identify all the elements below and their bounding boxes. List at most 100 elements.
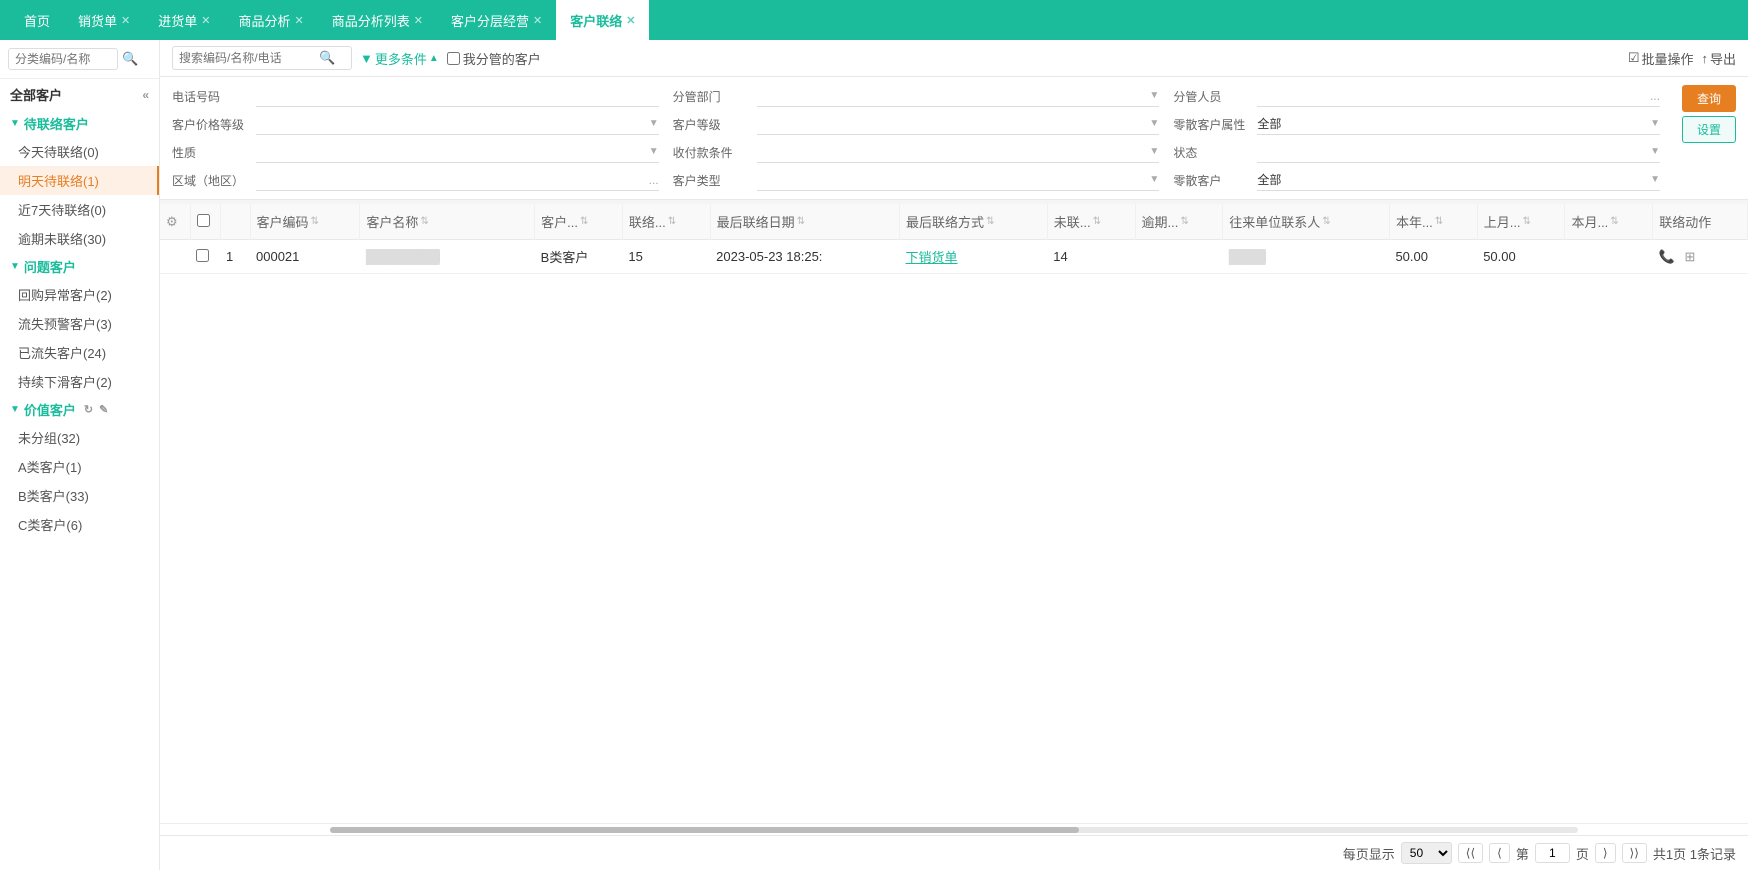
customer-type-arrow[interactable]: ▼ [1149,174,1159,185]
price-level-arrow[interactable]: ▼ [649,118,659,129]
col-checkbox [190,204,220,240]
col-this-year-sort[interactable]: ⇅ [1435,216,1443,227]
sidebar-item-abnormal[interactable]: 回购异常客户(2) [0,280,159,309]
sidebar-item-7days[interactable]: 近7天待联络(0) [0,195,159,224]
sidebar-item-churned[interactable]: 已流失客户(24) [0,338,159,367]
filter-retail-attr-input: 全部 ▼ [1257,113,1660,135]
sidebar-group-value-edit[interactable]: ✎ [99,403,108,416]
next-page-btn[interactable]: ⟩ [1595,843,1616,863]
filter-nature-input: ▼ [256,141,659,163]
nav-customer-contact[interactable]: 客户联络 ✕ [556,0,649,40]
nav-analysis-close[interactable]: ✕ [295,14,304,27]
row-name-cell: ████████ [360,240,535,274]
filter-customer-type-input: ▼ [757,169,1160,191]
sidebar-item-today[interactable]: 今天待联络(0) [0,137,159,166]
col-overdue-sort[interactable]: ⇅ [1180,216,1188,227]
nav-customer-contact-close[interactable]: ✕ [626,14,635,27]
sidebar-item-churn-warning[interactable]: 流失预警客户(3) [0,309,159,338]
prev-page-btn[interactable]: ⟨ [1489,843,1510,863]
col-this-month-sort[interactable]: ⇅ [1610,216,1618,227]
phone-input[interactable] [256,89,659,103]
batch-operation-label: 批量操作 [1641,49,1693,68]
col-name-sort[interactable]: ⇅ [420,216,428,227]
nav-analysis-list-close[interactable]: ✕ [414,14,423,27]
query-btn[interactable]: 查询 [1682,85,1736,112]
sidebar-search-input[interactable] [8,48,118,70]
sidebar-group-pending: ▼ 待联络客户 [0,110,159,137]
customer-level-arrow[interactable]: ▼ [1149,118,1159,129]
col-type-sort[interactable]: ⇅ [580,216,588,227]
batch-operation-btn[interactable]: ☑ 批量操作 [1628,49,1694,68]
col-last-month-sort[interactable]: ⇅ [1523,216,1531,227]
row-action-phone-icon[interactable]: 📞 [1659,249,1675,264]
select-all-checkbox[interactable] [197,214,210,227]
nav-analysis-list[interactable]: 商品分析列表 ✕ [318,0,437,40]
row-overdue-cell [1135,240,1223,274]
col-code-sort[interactable]: ⇅ [311,216,319,227]
horizontal-scrollbar[interactable] [160,823,1748,835]
col-last-contact-way-sort[interactable]: ⇅ [986,216,994,227]
settings-btn[interactable]: 设置 [1682,116,1736,143]
sidebar-all-customers-label: 全部客户 [10,85,62,104]
col-unit-contact-sort[interactable]: ⇅ [1322,216,1330,227]
filter-nature-label: 性质 [172,144,252,161]
page-size-select[interactable]: 50 100 200 [1401,842,1452,864]
col-this-year: 本年... ⇅ [1389,204,1477,240]
export-icon: ↑ [1701,51,1708,66]
nav-purchase-close[interactable]: ✕ [201,14,210,27]
sidebar-collapse-icon[interactable]: « [142,88,149,102]
col-contact-sort[interactable]: ⇅ [668,216,676,227]
batch-icon: ☑ [1628,50,1640,66]
filter-customer-level-input: ▼ [757,113,1160,135]
manager-ellipsis[interactable]: ... [1650,89,1660,103]
my-customers-checkbox-label[interactable]: 我分管的客户 [447,49,541,68]
sidebar-item-ungrouped[interactable]: 未分组(32) [0,423,159,452]
scrollbar-thumb[interactable] [330,827,1079,833]
nav-home[interactable]: 首页 [10,0,64,40]
col-type-label: 客户... [541,212,578,231]
status-arrow[interactable]: ▼ [1650,146,1660,157]
nav-sales[interactable]: 销货单 ✕ [64,0,144,40]
sidebar-item-tomorrow[interactable]: 明天待联络(1) [0,166,159,195]
row-action-grid-icon[interactable]: ⊞ [1685,249,1696,264]
my-customers-checkbox[interactable] [447,52,460,65]
nav-customer-tier[interactable]: 客户分层经营 ✕ [437,0,556,40]
export-btn[interactable]: ↑ 导出 [1701,49,1736,68]
first-page-btn[interactable]: ⟨⟨ [1458,843,1483,863]
sidebar-group-value-refresh[interactable]: ↻ [84,403,93,416]
filter-search-icon[interactable]: 🔍 [319,50,335,66]
filter-field-price-level: 客户价格等级 ▼ [172,113,673,135]
sidebar-all-customers[interactable]: 全部客户 « [0,79,159,110]
sidebar-search-icon[interactable]: 🔍 [122,51,138,67]
sidebar-group-problem-label: 问题客户 [24,257,76,276]
filter-price-level-input: ▼ [256,113,659,135]
nav-analysis[interactable]: 商品分析 ✕ [224,0,317,40]
nav-purchase[interactable]: 进货单 ✕ [144,0,224,40]
region-ellipsis[interactable]: ... [649,173,659,187]
col-no-contact-sort[interactable]: ⇅ [1093,216,1101,227]
sidebar-item-b-class[interactable]: B类客户(33) [0,481,159,510]
more-conditions-btn[interactable]: ▼ 更多条件 ▲ [360,49,439,68]
sidebar-item-declining[interactable]: 持续下滑客户(2) [0,367,159,396]
sidebar-item-a-class[interactable]: A类客户(1) [0,452,159,481]
retail-customer-arrow[interactable]: ▼ [1650,174,1660,185]
payment-arrow[interactable]: ▼ [1149,146,1159,157]
row-last-contact-way[interactable]: 下销货单 [906,250,958,265]
main-layout: 🔍 全部客户 « ▼ 待联络客户 今天待联络(0) 明天待联络(1) 近7天待联… [0,40,1748,870]
row-checkbox[interactable] [196,249,209,262]
col-last-contact-date-sort[interactable]: ⇅ [797,216,805,227]
row-contact: 15 [628,249,642,264]
last-page-btn[interactable]: ⟩⟩ [1622,843,1647,863]
col-type: 客户... ⇅ [535,204,623,240]
nature-arrow[interactable]: ▼ [649,146,659,157]
row-last-month: 50.00 [1483,249,1516,264]
nav-sales-close[interactable]: ✕ [121,14,130,27]
retail-attr-arrow[interactable]: ▼ [1650,118,1660,129]
table-settings-gear[interactable]: ⚙ [166,214,178,229]
filter-search-input[interactable] [179,51,319,65]
dept-arrow[interactable]: ▼ [1149,90,1159,101]
sidebar-item-c-class[interactable]: C类客户(6) [0,510,159,539]
nav-customer-tier-close[interactable]: ✕ [533,14,542,27]
sidebar-item-overdue[interactable]: 逾期未联络(30) [0,224,159,253]
page-input[interactable] [1535,843,1570,863]
